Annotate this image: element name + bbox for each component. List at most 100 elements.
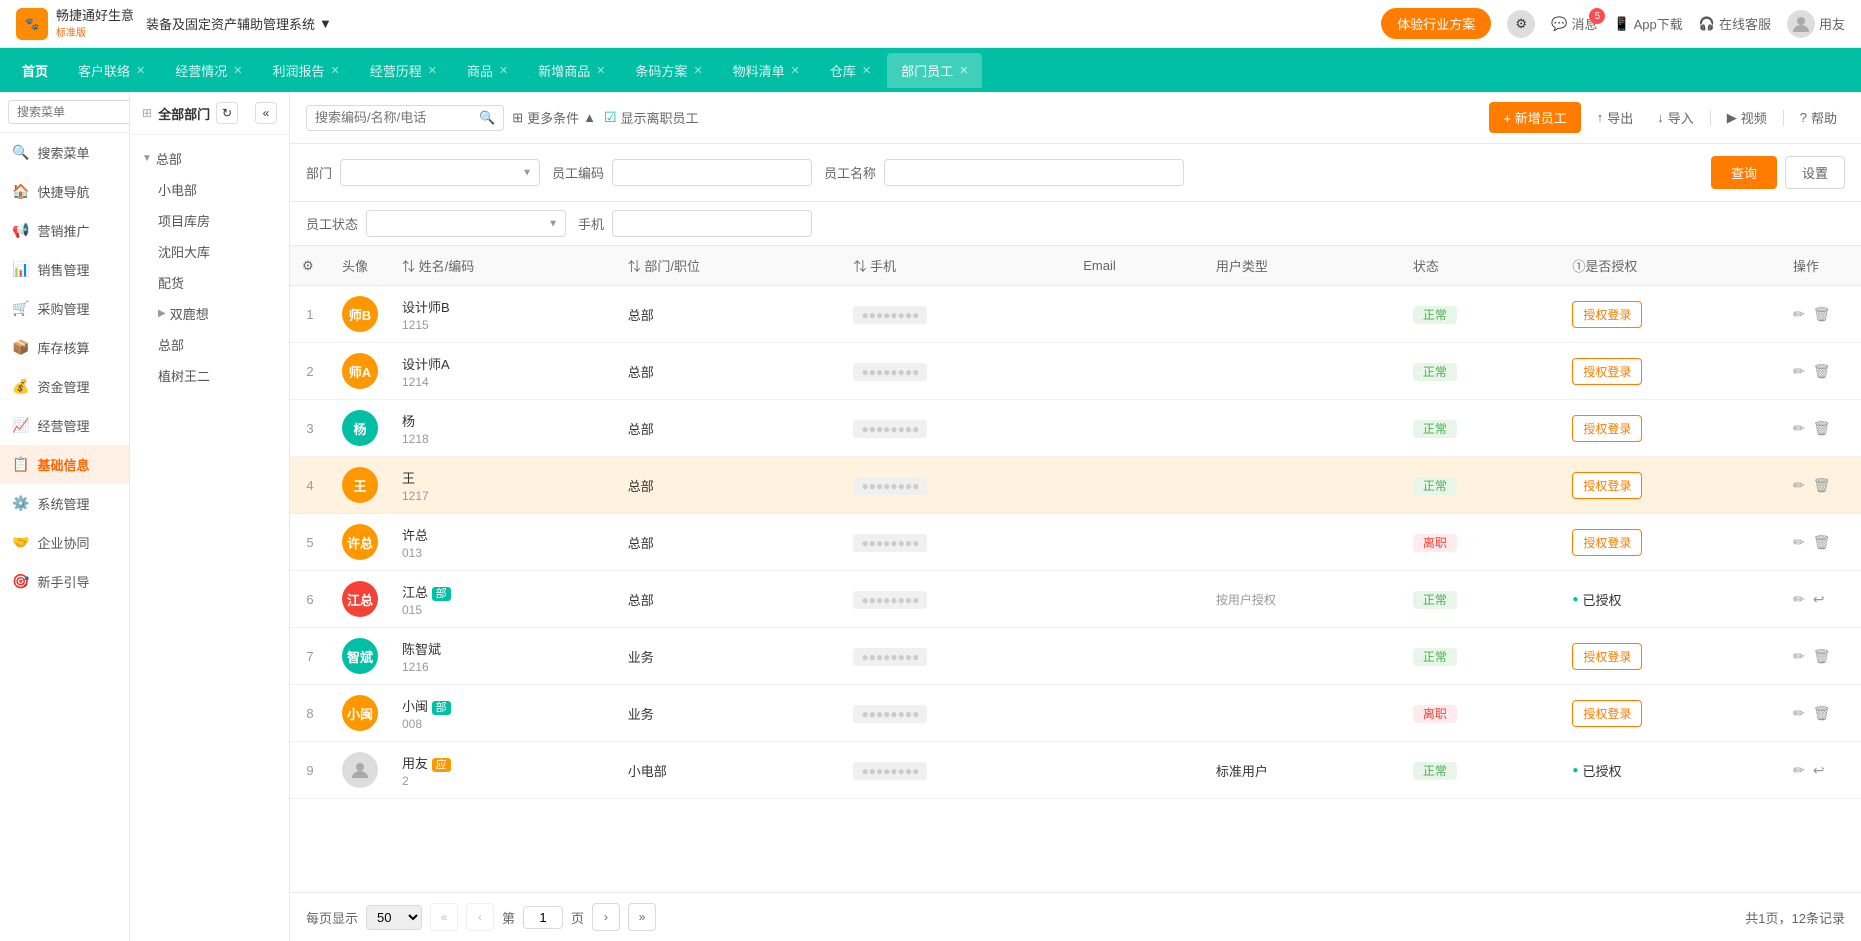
sidebar-item-collab[interactable]: 🤝 企业协同 <box>0 523 129 562</box>
prev-page-button[interactable]: ‹ <box>466 903 494 931</box>
edit-icon[interactable]: ✏ <box>1793 420 1805 437</box>
online-service-action[interactable]: 🎧 在线客服 <box>1699 14 1771 33</box>
sidebar-item-guide[interactable]: 🎯 新手引导 <box>0 562 129 601</box>
close-operation-tab[interactable]: ✕ <box>233 64 242 77</box>
sidebar-item-business[interactable]: 📈 经营管理 <box>0 406 129 445</box>
close-barcode-tab[interactable]: ✕ <box>693 64 702 77</box>
system-title-area[interactable]: 装备及固定资产辅助管理系统 ▼ <box>146 14 332 33</box>
nav-tab-warehouse[interactable]: 仓库 ✕ <box>816 53 885 88</box>
close-customers-tab[interactable]: ✕ <box>136 64 145 77</box>
settings-gear[interactable]: ⚙ <box>1507 10 1535 38</box>
more-conditions-toggle[interactable]: ⊞ 更多条件 ▲ <box>512 108 596 127</box>
edit-icon[interactable]: ✏ <box>1793 591 1805 608</box>
dept-collapse-button[interactable]: « <box>255 102 277 124</box>
filter-phone-input[interactable] <box>612 210 812 237</box>
page-size-select[interactable]: 50 100 <box>366 905 422 930</box>
nav-tab-home[interactable]: 首页 <box>8 53 62 88</box>
nav-tab-customers[interactable]: 客户联络 ✕ <box>64 53 159 88</box>
edit-icon[interactable]: ✏ <box>1793 648 1805 665</box>
delete-icon[interactable]: 🗑 <box>1813 420 1831 437</box>
add-employee-button[interactable]: + 新增员工 <box>1489 102 1580 133</box>
dept-item-shenyang[interactable]: 沈阳大库 <box>146 236 289 267</box>
filter-emp-code-input[interactable] <box>612 159 812 186</box>
close-warehouse-tab[interactable]: ✕ <box>862 64 871 77</box>
sidebar-item-search[interactable]: 🔍 搜索菜单 <box>0 133 129 172</box>
nav-tab-add-product[interactable]: 新增商品 ✕ <box>524 53 619 88</box>
filter-status-select[interactable] <box>366 210 566 237</box>
app-download-action[interactable]: 📱 App下载 <box>1613 14 1682 33</box>
dept-item-project[interactable]: 项目库房 <box>146 205 289 236</box>
restore-icon[interactable]: ↩ <box>1813 762 1825 779</box>
first-page-button[interactable]: « <box>430 903 458 931</box>
filter-emp-name-input[interactable] <box>884 159 1184 186</box>
close-add-product-tab[interactable]: ✕ <box>596 64 605 77</box>
nav-tab-employees[interactable]: 部门员工 ✕ <box>887 53 982 88</box>
import-button[interactable]: ↓ 导入 <box>1649 104 1702 131</box>
dept-item-hq[interactable]: 总部 <box>146 329 289 360</box>
auth-login-button[interactable]: 授权登录 <box>1572 529 1642 556</box>
help-button[interactable]: ? 帮助 <box>1792 104 1845 131</box>
delete-icon[interactable]: 🗑 <box>1813 534 1831 551</box>
dept-item-general[interactable]: ▼ 总部 <box>130 143 289 174</box>
video-button[interactable]: ▶ 视频 <box>1719 104 1775 131</box>
sidebar-item-system[interactable]: ⚙️ 系统管理 <box>0 484 129 523</box>
sidebar-item-finance[interactable]: 💰 资金管理 <box>0 367 129 406</box>
dept-item-plant-king[interactable]: 植树王二 <box>146 360 289 391</box>
auth-login-button[interactable]: 授权登录 <box>1572 358 1642 385</box>
edit-icon[interactable]: ✏ <box>1793 705 1805 722</box>
auth-login-button[interactable]: 授权登录 <box>1572 415 1642 442</box>
dept-refresh-button[interactable]: ↻ <box>216 102 238 124</box>
query-button[interactable]: 查询 <box>1711 156 1777 189</box>
next-page-button[interactable]: › <box>592 903 620 931</box>
last-page-button[interactable]: » <box>628 903 656 931</box>
auth-login-button[interactable]: 授权登录 <box>1572 472 1642 499</box>
sidebar: 🔍 🔍 搜索菜单 🏠 快捷导航 📢 营销推广 📊 销售管理 🛒 采购管理 <box>0 92 130 941</box>
sidebar-item-basic[interactable]: 📋 基础信息 <box>0 445 129 484</box>
sidebar-item-sales[interactable]: 📊 销售管理 <box>0 250 129 289</box>
dept-item-dual[interactable]: ▶ 双鹿想 <box>146 298 289 329</box>
dept-item-delivery[interactable]: 配货 <box>146 267 289 298</box>
edit-icon[interactable]: ✏ <box>1793 762 1805 779</box>
nav-tab-history[interactable]: 经营历程 ✕ <box>356 53 451 88</box>
delete-icon[interactable]: 🗑 <box>1813 648 1831 665</box>
delete-icon[interactable]: 🗑 <box>1813 477 1831 494</box>
nav-tab-barcode[interactable]: 条码方案 ✕ <box>621 53 716 88</box>
auth-login-button[interactable]: 授权登录 <box>1572 700 1642 727</box>
page-number-input[interactable] <box>523 906 563 929</box>
delete-icon[interactable]: 🗑 <box>1813 306 1831 323</box>
sidebar-item-nav[interactable]: 🏠 快捷导航 <box>0 172 129 211</box>
close-employees-tab[interactable]: ✕ <box>959 64 968 77</box>
sidebar-search-input[interactable] <box>8 100 130 124</box>
message-action[interactable]: 💬 消息 5 <box>1551 14 1597 33</box>
filter-dept-select[interactable] <box>340 159 540 186</box>
close-history-tab[interactable]: ✕ <box>428 64 437 77</box>
nav-tab-profit[interactable]: 利润报告 ✕ <box>258 53 353 88</box>
edit-icon[interactable]: ✏ <box>1793 306 1805 323</box>
sidebar-item-purchase[interactable]: 🛒 采购管理 <box>0 289 129 328</box>
dept-item-small-elec[interactable]: 小电部 <box>146 174 289 205</box>
sidebar-item-inventory[interactable]: 📦 库存核算 <box>0 328 129 367</box>
edit-icon[interactable]: ✏ <box>1793 363 1805 380</box>
auth-login-button[interactable]: 授权登录 <box>1572 643 1642 670</box>
edit-icon[interactable]: ✏ <box>1793 477 1805 494</box>
export-button[interactable]: ↑ 导出 <box>1589 104 1642 131</box>
nav-tab-products[interactable]: 商品 ✕ <box>453 53 522 88</box>
nav-tab-operation[interactable]: 经营情况 ✕ <box>161 53 256 88</box>
sidebar-item-marketing[interactable]: 📢 营销推广 <box>0 211 129 250</box>
filter-settings-button[interactable]: 设置 <box>1785 156 1845 189</box>
trial-button[interactable]: 体验行业方案 <box>1381 8 1491 39</box>
close-bom-tab[interactable]: ✕ <box>791 64 800 77</box>
show-resigned-toggle[interactable]: ☑ 显示离职员工 <box>604 108 699 127</box>
user-avatar-action[interactable]: 用友 <box>1787 10 1845 38</box>
restore-icon[interactable]: ↩ <box>1813 591 1825 608</box>
edit-icon[interactable]: ✏ <box>1793 534 1805 551</box>
close-products-tab[interactable]: ✕ <box>499 64 508 77</box>
delete-icon[interactable]: 🗑 <box>1813 705 1831 722</box>
system-icon: ⚙️ <box>12 495 29 512</box>
auth-login-button[interactable]: 授权登录 <box>1572 301 1642 328</box>
close-profit-tab[interactable]: ✕ <box>331 64 340 77</box>
col-settings-icon[interactable]: ⚙ <box>302 258 314 273</box>
nav-tab-bom[interactable]: 物料清单 ✕ <box>719 53 814 88</box>
delete-icon[interactable]: 🗑 <box>1813 363 1831 380</box>
search-input[interactable] <box>315 110 475 125</box>
